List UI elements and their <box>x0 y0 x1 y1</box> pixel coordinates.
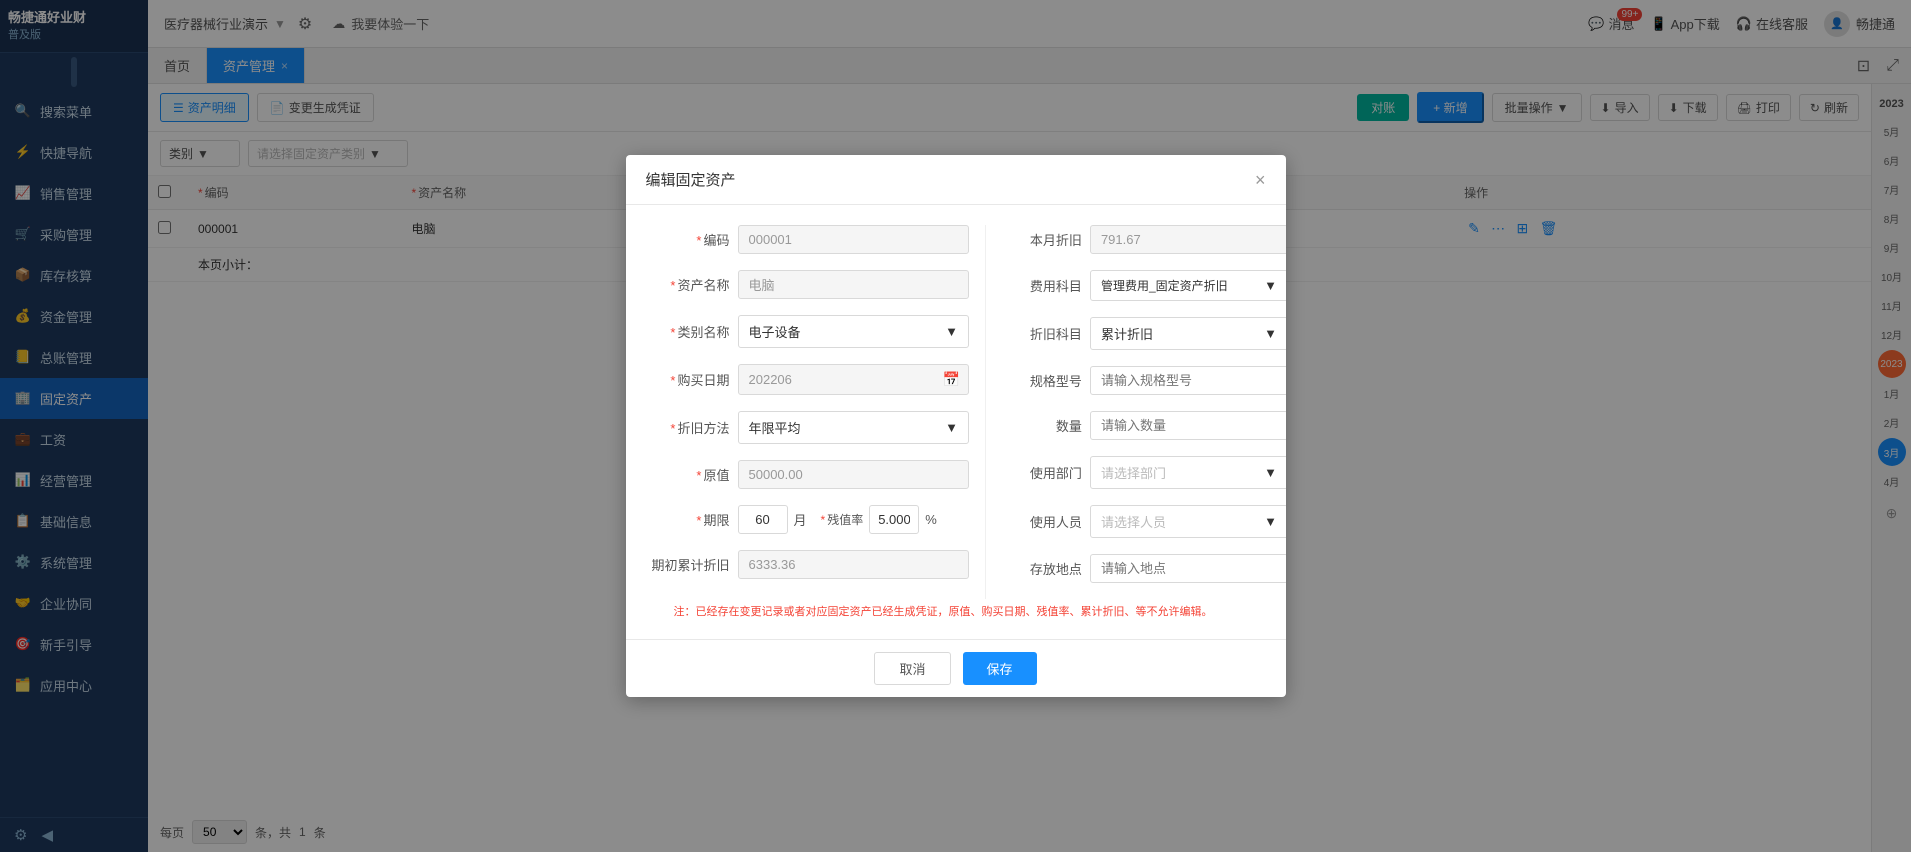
form-row-quantity: 数量 <box>1002 411 1286 440</box>
location-input[interactable] <box>1090 554 1286 583</box>
initial-depr-input[interactable] <box>738 550 969 579</box>
modal-footer: 取消 保存 <box>626 639 1286 697</box>
original-value-input[interactable] <box>738 460 969 489</box>
form-grid: *编码 *资产名称 *类别名称 电子设备 ▼ <box>650 225 1262 599</box>
form-note: 注：已经存在变更记录或者对应固定资产已经生成凭证，原值、购买日期、残值率、累计折… <box>650 603 1262 619</box>
expense-account-select[interactable]: 管理费用_固定资产折旧 ▼ <box>1090 270 1286 301</box>
form-row-depr-method: *折旧方法 年限平均 ▼ <box>650 411 969 444</box>
form-row-department: 使用部门 请选择部门 ▼ <box>1002 456 1286 489</box>
quantity-input[interactable] <box>1090 411 1286 440</box>
depr-account-select[interactable]: 累计折旧 ▼ <box>1090 317 1286 350</box>
form-row-name: *资产名称 <box>650 270 969 299</box>
chevron-down-icon: ▼ <box>945 420 958 435</box>
form-row-code: *编码 <box>650 225 969 254</box>
form-row-category: *类别名称 电子设备 ▼ <box>650 315 969 348</box>
purchase-date-input[interactable]: 📅 <box>738 364 969 395</box>
modal-overlay: 编辑固定资产 × *编码 *资产名称 <box>0 0 1911 852</box>
form-right: 本月折旧 费用科目 管理费用_固定资产折旧 ▼ 折旧科目 <box>986 225 1286 599</box>
form-row-location: 存放地点 <box>1002 554 1286 583</box>
cancel-button[interactable]: 取消 <box>874 652 950 685</box>
form-row-original-value: *原值 <box>650 460 969 489</box>
name-input[interactable] <box>738 270 969 299</box>
depr-method-select[interactable]: 年限平均 ▼ <box>738 411 969 444</box>
edit-asset-modal: 编辑固定资产 × *编码 *资产名称 <box>626 155 1286 697</box>
department-select[interactable]: 请选择部门 ▼ <box>1090 456 1286 489</box>
chevron-down-icon: ▼ <box>945 324 958 339</box>
form-row-period: *期限 月 *残值率 % <box>650 505 969 534</box>
residual-rate-input[interactable] <box>869 505 919 534</box>
form-row-spec: 规格型号 <box>1002 366 1286 395</box>
modal-body: *编码 *资产名称 *类别名称 电子设备 ▼ <box>626 205 1286 639</box>
modal-title: 编辑固定资产 <box>646 169 736 190</box>
chevron-down-icon: ▼ <box>1264 514 1277 529</box>
period-group: 月 *残值率 % <box>738 505 969 534</box>
period-input[interactable] <box>738 505 788 534</box>
category-select[interactable]: 电子设备 ▼ <box>738 315 969 348</box>
form-left: *编码 *资产名称 *类别名称 电子设备 ▼ <box>650 225 986 599</box>
spec-input[interactable] <box>1090 366 1286 395</box>
monthly-depr-input <box>1090 225 1286 254</box>
chevron-down-icon: ▼ <box>1264 465 1277 480</box>
save-button[interactable]: 保存 <box>963 652 1037 685</box>
modal-header: 编辑固定资产 × <box>626 155 1286 205</box>
form-row-initial-depr: 期初累计折旧 <box>650 550 969 579</box>
form-row-user: 使用人员 请选择人员 ▼ <box>1002 505 1286 538</box>
user-select[interactable]: 请选择人员 ▼ <box>1090 505 1286 538</box>
chevron-down-icon: ▼ <box>1264 278 1277 293</box>
form-row-monthly-depr: 本月折旧 <box>1002 225 1286 254</box>
modal-close-button[interactable]: × <box>1255 171 1266 189</box>
calendar-icon: 📅 <box>935 365 968 394</box>
form-row-purchase-date: *购买日期 📅 <box>650 364 969 395</box>
code-input[interactable] <box>738 225 969 254</box>
form-row-expense-account: 费用科目 管理费用_固定资产折旧 ▼ <box>1002 270 1286 301</box>
form-row-depr-account: 折旧科目 累计折旧 ▼ <box>1002 317 1286 350</box>
chevron-down-icon: ▼ <box>1264 326 1277 341</box>
